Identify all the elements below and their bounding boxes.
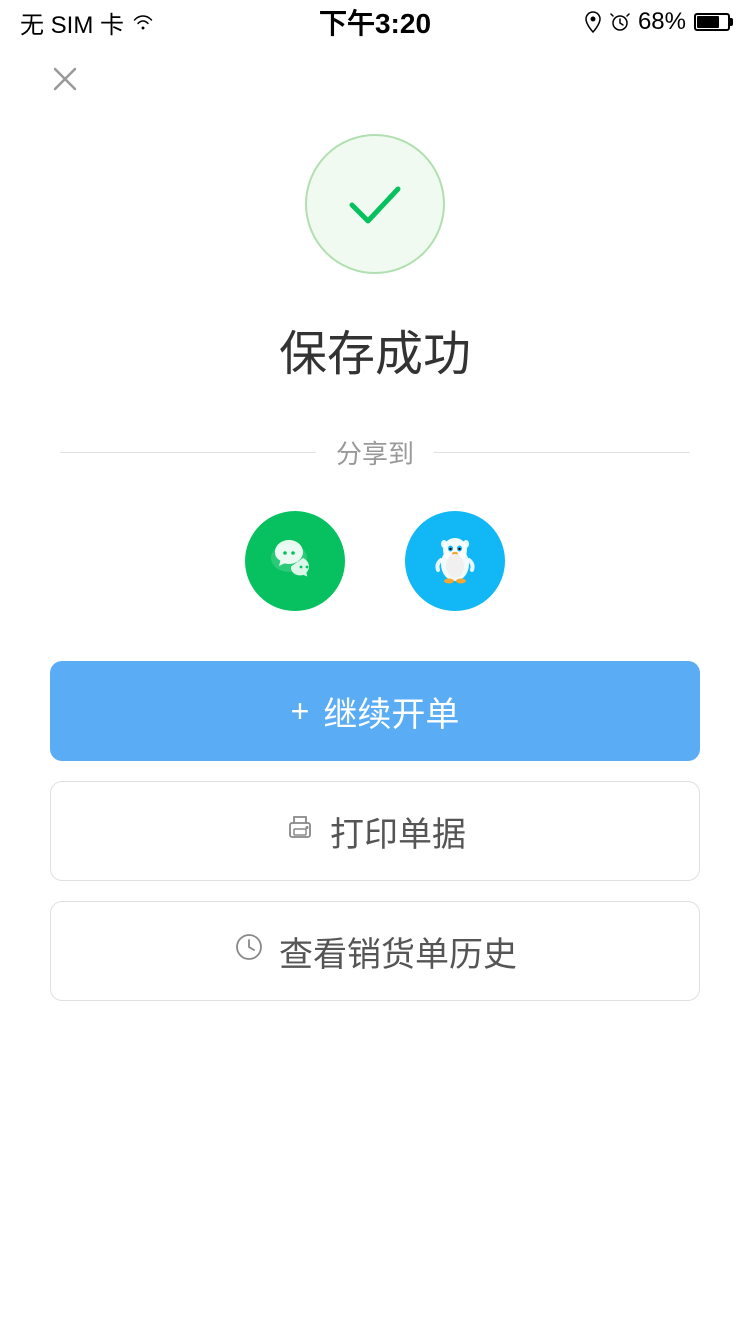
qq-icon <box>426 532 484 590</box>
location-icon <box>584 11 602 33</box>
close-button[interactable] <box>40 54 90 104</box>
divider-left <box>60 452 316 453</box>
divider-right <box>434 452 690 453</box>
history-icon <box>233 931 265 971</box>
status-left: 无 SIM 卡 <box>20 5 154 40</box>
status-time: 下午3:20 <box>319 2 431 42</box>
checkmark-icon <box>340 169 410 239</box>
battery-icon <box>694 13 730 31</box>
plus-icon: + <box>291 693 310 730</box>
print-receipt-label: 打印单据 <box>330 807 466 856</box>
alarm-icon <box>610 11 630 33</box>
continue-order-label: 继续开单 <box>323 687 459 736</box>
share-section: 分享到 <box>0 434 750 611</box>
main-content: 保存成功 分享到 <box>0 44 750 1001</box>
wechat-icon <box>267 536 323 586</box>
action-buttons: + 继续开单 打印单据 查看销货单历史 <box>0 661 750 1001</box>
share-label: 分享到 <box>316 434 434 471</box>
share-icons <box>245 511 505 611</box>
view-history-button[interactable]: 查看销货单历史 <box>50 901 700 1001</box>
wechat-share-button[interactable] <box>245 511 345 611</box>
print-receipt-button[interactable]: 打印单据 <box>50 781 700 881</box>
qq-share-button[interactable] <box>405 511 505 611</box>
printer-icon <box>284 811 316 851</box>
view-history-label: 查看销货单历史 <box>279 927 517 976</box>
status-right: 68% <box>584 8 730 36</box>
battery-percentage: 68% <box>638 8 686 36</box>
success-icon-circle <box>305 134 445 274</box>
continue-order-button[interactable]: + 继续开单 <box>50 661 700 761</box>
divider-row: 分享到 <box>0 434 750 471</box>
status-bar: 无 SIM 卡 下午3:20 68% <box>0 0 750 44</box>
carrier-text: 无 SIM 卡 <box>20 5 124 40</box>
success-title: 保存成功 <box>279 314 471 384</box>
wifi-icon <box>132 14 154 30</box>
